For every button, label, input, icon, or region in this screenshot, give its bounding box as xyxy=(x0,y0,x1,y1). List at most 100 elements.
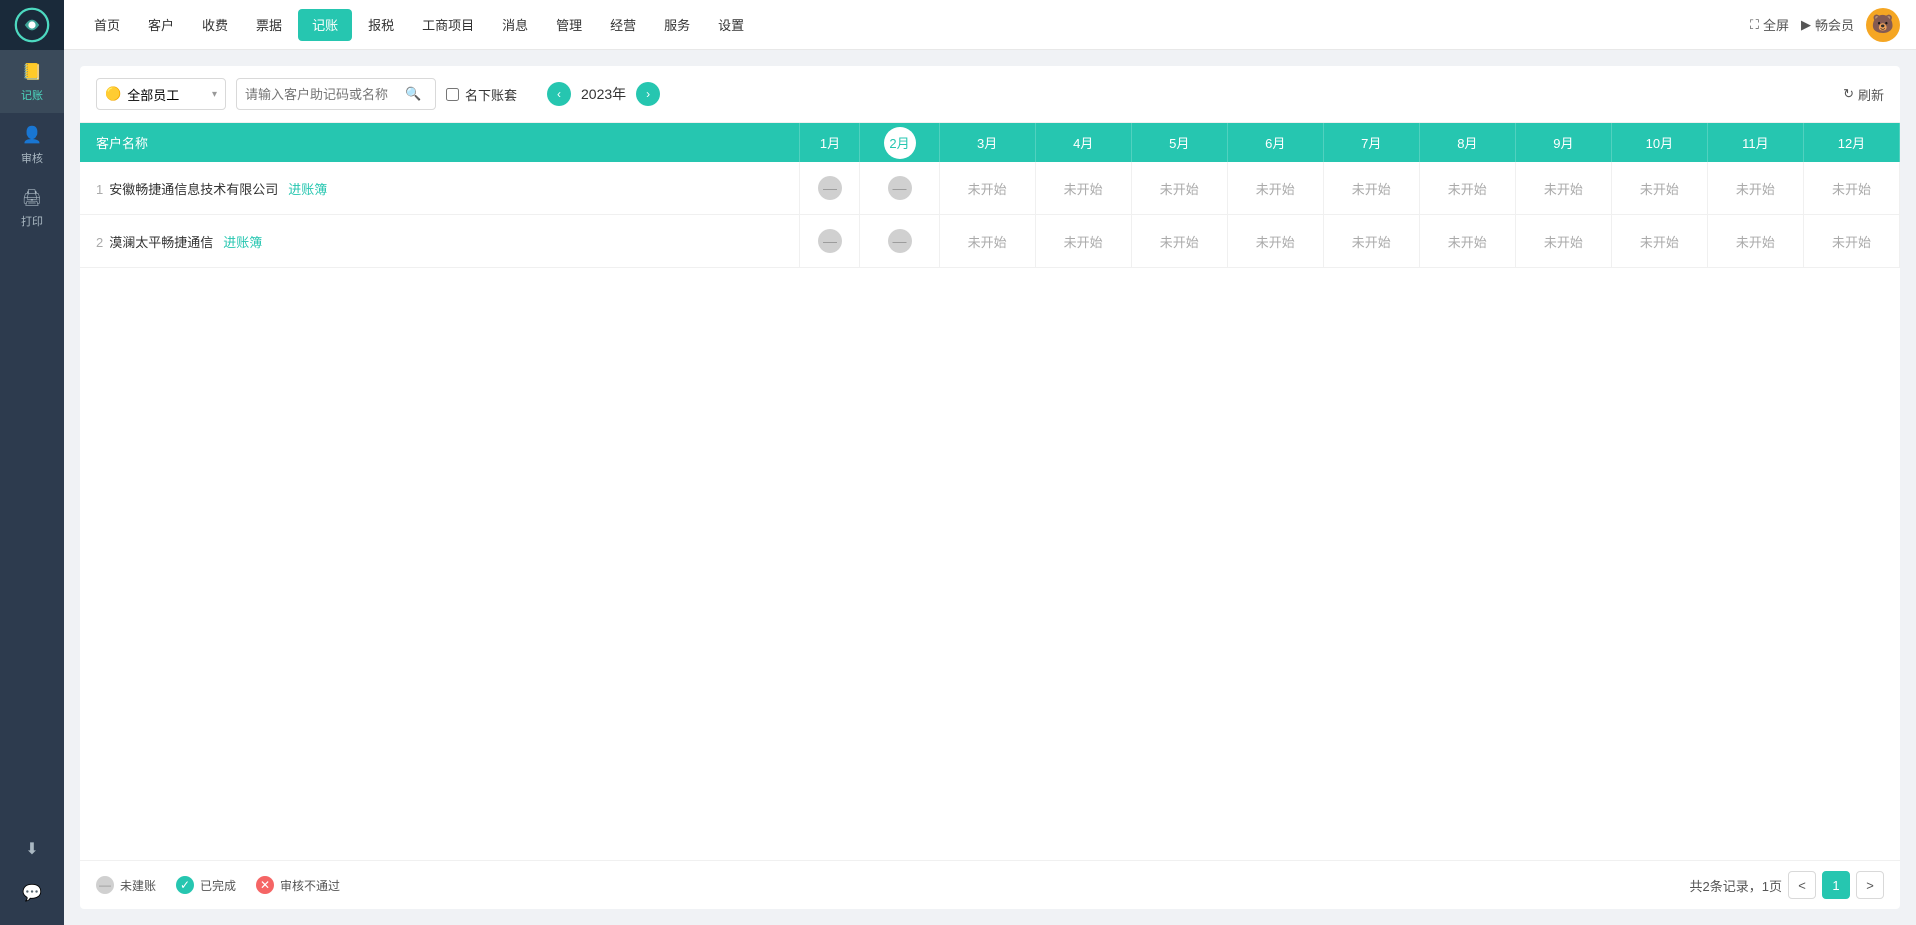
fullscreen-label: 全屏 xyxy=(1763,15,1789,34)
search-input[interactable] xyxy=(245,87,405,102)
search-icon[interactable]: 🔍 xyxy=(405,86,421,102)
prev-year-button[interactable]: ‹ xyxy=(547,82,571,106)
nav-messages[interactable]: 消息 xyxy=(488,0,542,50)
sidebar-item-download[interactable]: ⬇ xyxy=(0,827,64,871)
table-row: 1安徽畅捷通信息技术有限公司进账簿——未开始未开始未开始未开始未开始未开始未开始… xyxy=(80,162,1900,215)
not-started-text: 未开始 xyxy=(1640,182,1679,197)
sidebar-item-label: 记账 xyxy=(21,87,43,103)
page-panel: 🟡 全部员工 ▾ 🔍 名下账套 ‹ 2023年 › xyxy=(80,66,1900,909)
footer: — 未建账 ✓ 已完成 ✕ 审核不通过 共2条记录，1页 < 1 > xyxy=(80,860,1900,909)
vip-button[interactable]: ▶ 畅会员 xyxy=(1801,15,1854,34)
sidebar: 📒 记账 👤 审核 🖨 打印 ⬇ 💬 xyxy=(0,0,64,925)
month-cell-1: — xyxy=(800,162,860,215)
my-accounts-checkbox-label[interactable]: 名下账套 xyxy=(446,85,517,104)
legend-red-label: 审核不通过 xyxy=(280,877,340,894)
dash-icon: — xyxy=(818,229,842,253)
not-started-text: 未开始 xyxy=(1352,182,1391,197)
nav-biz[interactable]: 工商项目 xyxy=(408,0,488,50)
nav-settings[interactable]: 设置 xyxy=(704,0,758,50)
month-cell-5: 未开始 xyxy=(1131,162,1227,215)
sidebar-logo xyxy=(0,0,64,50)
month-cell-9: 未开始 xyxy=(1515,162,1611,215)
col-m12: 12月 xyxy=(1803,123,1899,162)
not-started-text: 未开始 xyxy=(1832,235,1871,250)
download-icon: ⬇ xyxy=(20,837,44,861)
avatar[interactable]: 🐻 xyxy=(1866,8,1900,42)
next-page-button[interactable]: > xyxy=(1856,871,1884,899)
col-m3: 3月 xyxy=(939,123,1035,162)
not-started-text: 未开始 xyxy=(1736,235,1775,250)
nav-services[interactable]: 服务 xyxy=(650,0,704,50)
not-started-text: 未开始 xyxy=(1256,235,1295,250)
month-cell-2: — xyxy=(860,162,939,215)
client-cell: 2 漠澜太平畅捷通信进账簿 xyxy=(80,215,800,268)
row-index: 2 xyxy=(96,235,103,250)
print-icon: 🖨 xyxy=(20,186,44,210)
sidebar-item-bookkeeping[interactable]: 📒 记账 xyxy=(0,50,64,113)
prev-page-button[interactable]: < xyxy=(1788,871,1816,899)
month-cell-11: 未开始 xyxy=(1707,162,1803,215)
search-input-wrap: 🔍 xyxy=(236,78,436,110)
employee-icon: 🟡 xyxy=(105,86,121,102)
not-started-text: 未开始 xyxy=(1256,182,1295,197)
enter-ledger-link[interactable]: 进账簿 xyxy=(223,235,262,250)
sidebar-bottom: ⬇ 💬 xyxy=(0,827,64,925)
my-accounts-checkbox[interactable] xyxy=(446,88,459,101)
nav-home[interactable]: 首页 xyxy=(80,0,134,50)
month-cell-8: 未开始 xyxy=(1419,162,1515,215)
main-area: 首页 客户 收费 票据 记账 报税 工商项目 消息 管理 经营 服务 设置 ⛶ … xyxy=(64,0,1916,925)
col-m5: 5月 xyxy=(1131,123,1227,162)
sidebar-item-support[interactable]: 💬 xyxy=(0,871,64,915)
current-month-circle: 2月 xyxy=(884,127,916,159)
nav-tax[interactable]: 报税 xyxy=(354,0,408,50)
page-1-button[interactable]: 1 xyxy=(1822,871,1850,899)
legend-teal-icon: ✓ xyxy=(176,876,194,894)
legend-teal-label: 已完成 xyxy=(200,877,236,894)
month-cell-2: — xyxy=(860,215,939,268)
table-row: 2漠澜太平畅捷通信进账簿——未开始未开始未开始未开始未开始未开始未开始未开始未开… xyxy=(80,215,1900,268)
next-year-button[interactable]: › xyxy=(636,82,660,106)
sidebar-item-label: 打印 xyxy=(21,213,43,229)
month-cell-7: 未开始 xyxy=(1323,215,1419,268)
col-m11: 11月 xyxy=(1707,123,1803,162)
client-name: 漠澜太平畅捷通信 xyxy=(109,235,213,250)
not-started-text: 未开始 xyxy=(1160,182,1199,197)
col-m8: 8月 xyxy=(1419,123,1515,162)
client-cell: 1安徽畅捷通信息技术有限公司进账簿 xyxy=(80,162,800,215)
enter-ledger-link[interactable]: 进账簿 xyxy=(288,182,327,197)
chevron-down-icon: ▾ xyxy=(212,89,217,100)
nav-bookkeeping[interactable]: 记账 xyxy=(298,9,352,41)
toolbar: 🟡 全部员工 ▾ 🔍 名下账套 ‹ 2023年 › xyxy=(80,66,1900,123)
not-started-text: 未开始 xyxy=(1640,235,1679,250)
client-name: 安徽畅捷通信息技术有限公司 xyxy=(109,182,278,197)
sidebar-item-audit[interactable]: 👤 审核 xyxy=(0,113,64,176)
nav-invoices[interactable]: 票据 xyxy=(242,0,296,50)
employee-select[interactable]: 🟡 全部员工 ▾ xyxy=(96,78,226,110)
not-started-text: 未开始 xyxy=(1832,182,1871,197)
month-cell-4: 未开始 xyxy=(1035,162,1131,215)
not-started-text: 未开始 xyxy=(968,235,1007,250)
month-cell-6: 未开始 xyxy=(1227,215,1323,268)
nav-clients[interactable]: 客户 xyxy=(134,0,188,50)
legend-not-built: — 未建账 xyxy=(96,876,156,894)
legend-gray-icon: — xyxy=(96,876,114,894)
year-display: 2023年 xyxy=(581,84,626,104)
nav-billing[interactable]: 收费 xyxy=(188,0,242,50)
fullscreen-icon: ⛶ xyxy=(1750,17,1759,33)
sidebar-item-print[interactable]: 🖨 打印 xyxy=(0,176,64,239)
month-cell-3: 未开始 xyxy=(939,162,1035,215)
not-started-text: 未开始 xyxy=(1160,235,1199,250)
month-cell-10: 未开始 xyxy=(1611,162,1707,215)
col-m6: 6月 xyxy=(1227,123,1323,162)
month-cell-6: 未开始 xyxy=(1227,162,1323,215)
col-client: 客户名称 xyxy=(80,123,800,162)
vip-label: 畅会员 xyxy=(1815,15,1854,34)
content: 🟡 全部员工 ▾ 🔍 名下账套 ‹ 2023年 › xyxy=(64,50,1916,925)
not-started-text: 未开始 xyxy=(1064,235,1103,250)
legend-completed: ✓ 已完成 xyxy=(176,876,236,894)
refresh-button[interactable]: ↻ 刷新 xyxy=(1843,85,1884,104)
nav-manage[interactable]: 管理 xyxy=(542,0,596,50)
legend-red-icon: ✕ xyxy=(256,876,274,894)
nav-operations[interactable]: 经营 xyxy=(596,0,650,50)
fullscreen-button[interactable]: ⛶ 全屏 xyxy=(1750,15,1789,34)
